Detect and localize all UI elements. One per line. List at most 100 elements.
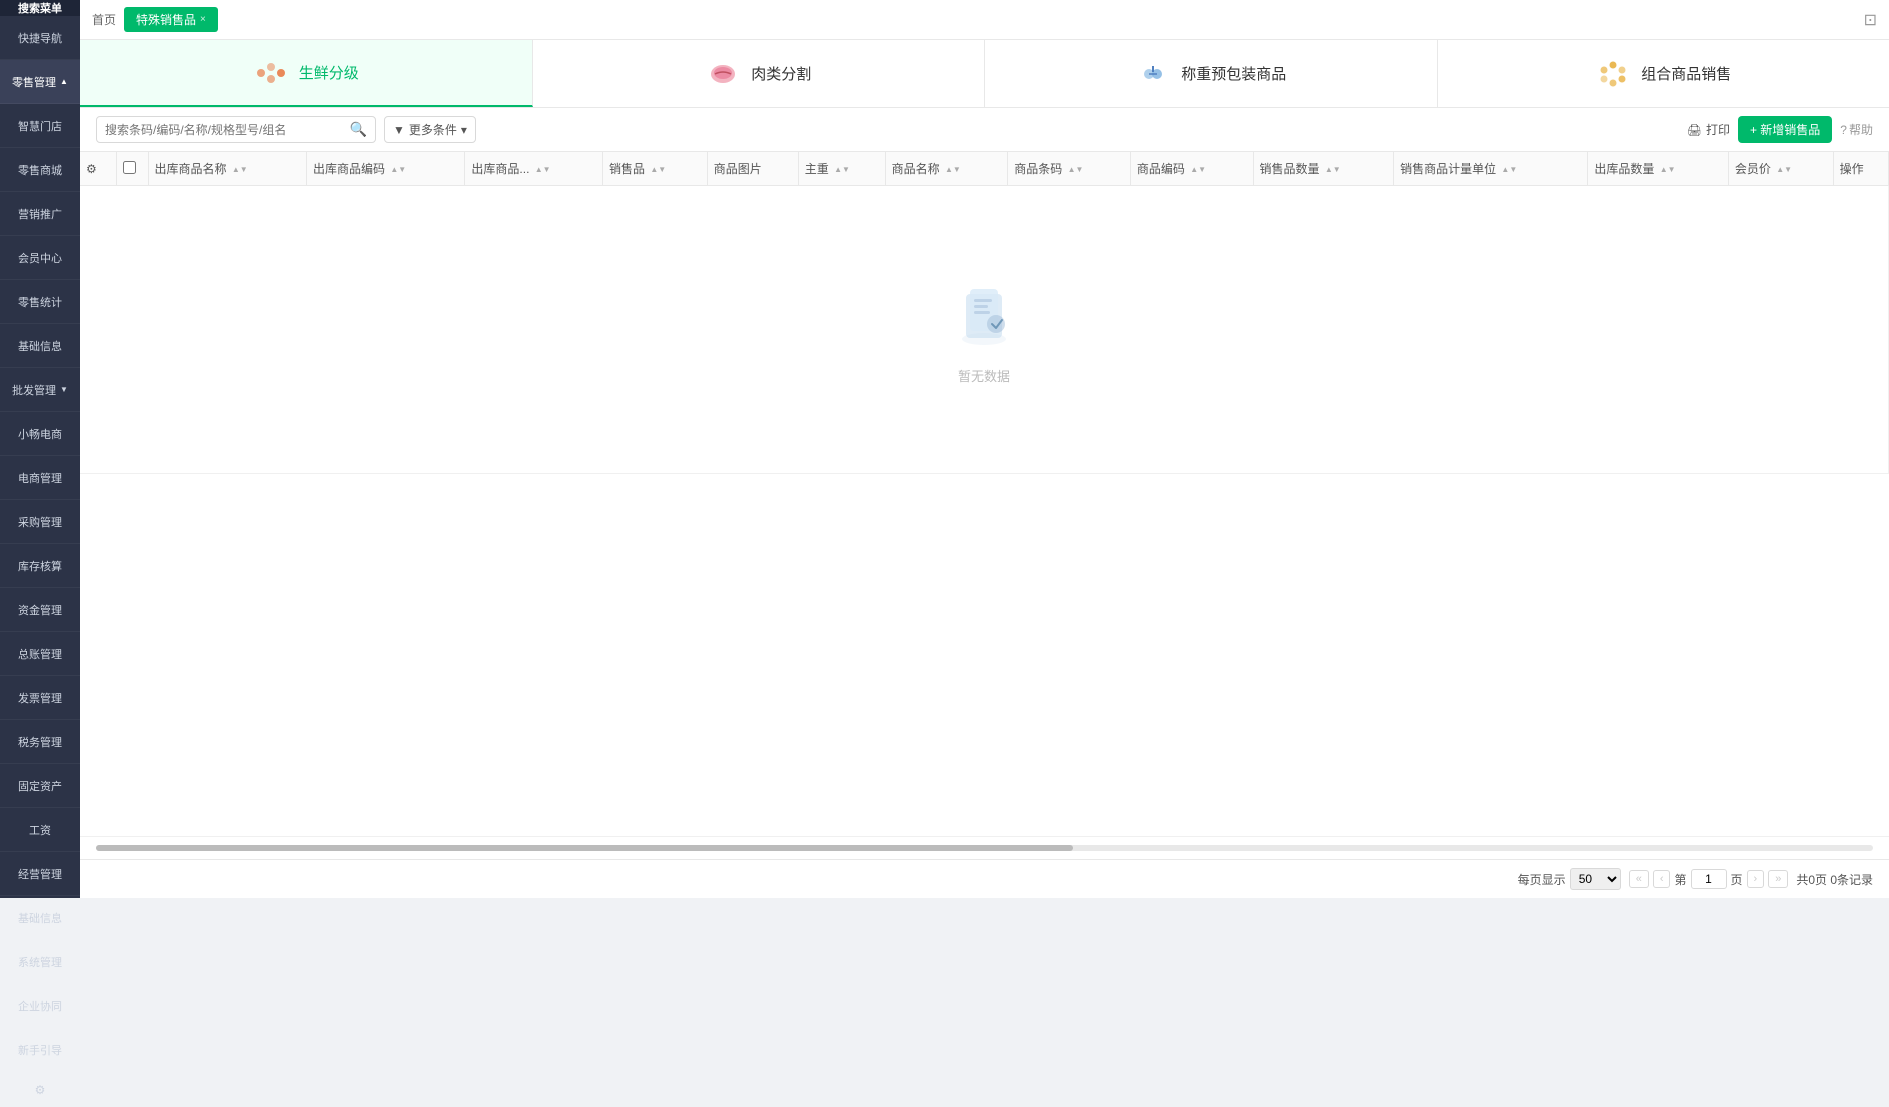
th-sales-unit[interactable]: 销售商品计量单位 ▲▼ xyxy=(1394,152,1588,186)
cat-tab-label: 称重预包装商品 xyxy=(1181,63,1286,84)
table-container: ⚙ 出库商品名称 ▲▼ 出库商品编码 ▲▼ 出库商品... ▲▼ xyxy=(80,152,1889,836)
th-product-barcode[interactable]: 商品条码 ▲▼ xyxy=(1008,152,1131,186)
sidebar: 搜索菜单 快捷导航 零售管理 ▲ 智慧门店 零售商城 营销推广 会员中心 零售统… xyxy=(0,0,80,898)
last-page-button[interactable]: » xyxy=(1768,870,1788,888)
print-label: 打印 xyxy=(1706,121,1730,138)
sidebar-item-enterprise[interactable]: 企业协同 xyxy=(0,984,80,1028)
weight-pack-icon xyxy=(1135,56,1171,92)
sidebar-item-fixed-assets[interactable]: 固定资产 xyxy=(0,764,80,808)
first-page-button[interactable]: « xyxy=(1629,870,1649,888)
th-out-qty[interactable]: 出库品数量 ▲▼ xyxy=(1588,152,1729,186)
sidebar-item-general-ledger[interactable]: 总账管理 xyxy=(0,632,80,676)
sidebar-item-mini-ecom[interactable]: 小畅电商 xyxy=(0,412,80,456)
sidebar-item-batch-mgmt[interactable]: 批发管理 ▼ xyxy=(0,368,80,412)
cat-tab-combo-sales[interactable]: 组合商品销售 xyxy=(1438,40,1889,107)
sidebar-logo[interactable]: 搜索菜单 xyxy=(0,0,80,16)
th-product-image[interactable]: 商品图片 xyxy=(707,152,798,186)
sidebar-item-label: 固定资产 xyxy=(18,778,62,794)
active-tab[interactable]: 特殊销售品 × xyxy=(124,7,218,32)
sidebar-item-label: 零售商城 xyxy=(18,162,62,178)
sidebar-item-retail-mgmt[interactable]: 零售管理 ▲ xyxy=(0,60,80,104)
toolbar: 🔍 ▼ 更多条件 ▾ 🖨 打印 + 新增销售品 ? 帮助 xyxy=(80,108,1889,152)
horizontal-scrollbar[interactable] xyxy=(96,845,1873,851)
topbar-right: ⊡ xyxy=(1864,10,1877,30)
th-settings[interactable]: ⚙ xyxy=(80,152,116,186)
cat-tab-meat-cut[interactable]: 肉类分割 xyxy=(533,40,986,107)
th-out-product-code[interactable]: 出库商品编码 ▲▼ xyxy=(306,152,464,186)
sidebar-item-invoice[interactable]: 发票管理 xyxy=(0,676,80,720)
page-number-input[interactable] xyxy=(1691,869,1727,889)
sidebar-item-retail-mall[interactable]: 零售商城 xyxy=(0,148,80,192)
page-nav: « ‹ 第 页 › » xyxy=(1629,869,1789,889)
fresh-grade-icon xyxy=(253,55,289,91)
sidebar-item-basic-info2[interactable]: 基础信息 xyxy=(0,896,80,940)
select-all-checkbox[interactable] xyxy=(123,161,136,174)
sidebar-item-label: 工资 xyxy=(29,822,51,838)
sidebar-item-label: 发票管理 xyxy=(18,690,62,706)
sort-arrows-icon: ▲▼ xyxy=(1776,165,1792,174)
sidebar-item-purchase-mgmt[interactable]: 采购管理 xyxy=(0,500,80,544)
sidebar-item-ops-mgmt[interactable]: 经营管理 xyxy=(0,852,80,896)
th-sales-product[interactable]: 销售品 ▲▼ xyxy=(602,152,707,186)
combo-sales-icon xyxy=(1595,56,1631,92)
sidebar-item-retail-stats[interactable]: 零售统计 xyxy=(0,280,80,324)
pagination-bar: 每页显示 10 20 50 100 « ‹ 第 页 › » 共0页 0条记录 xyxy=(80,859,1889,898)
chevron-down-icon: ▲ xyxy=(60,77,68,86)
sidebar-item-sys-mgmt[interactable]: 系统管理 xyxy=(0,940,80,984)
cat-tab-label: 肉类分割 xyxy=(751,63,811,84)
toggle-icon[interactable]: ⊡ xyxy=(1864,10,1877,30)
sidebar-item-smart-store[interactable]: 智慧门店 xyxy=(0,104,80,148)
sidebar-item-sales-promo[interactable]: 营销推广 xyxy=(0,192,80,236)
sort-arrows-icon: ▲▼ xyxy=(1501,165,1517,174)
topbar: 首页 特殊销售品 × ⊡ xyxy=(80,0,1889,40)
cat-tab-fresh-grade[interactable]: 生鲜分级 xyxy=(80,40,533,107)
empty-text: 暂无数据 xyxy=(958,366,1010,385)
sidebar-item-label: 经营管理 xyxy=(18,866,62,882)
search-input[interactable] xyxy=(105,123,350,137)
th-weight[interactable]: 主重 ▲▼ xyxy=(798,152,885,186)
th-checkbox[interactable] xyxy=(116,152,148,186)
sidebar-item-label: 采购管理 xyxy=(18,514,62,530)
help-label: 帮助 xyxy=(1849,121,1873,138)
sort-arrows-icon: ▲▼ xyxy=(1325,165,1341,174)
th-out-product-name[interactable]: 出库商品名称 ▲▼ xyxy=(148,152,306,186)
help-icon: ? xyxy=(1840,123,1847,137)
home-link[interactable]: 首页 xyxy=(92,11,116,28)
th-member-price[interactable]: 会员价 ▲▼ xyxy=(1728,152,1833,186)
filter-button[interactable]: ▼ 更多条件 ▾ xyxy=(384,116,476,143)
sort-arrows-icon: ▲▼ xyxy=(945,165,961,174)
close-tab-icon[interactable]: × xyxy=(200,14,206,25)
sidebar-item-ecom-mgmt[interactable]: 电商管理 xyxy=(0,456,80,500)
page-suffix: 页 xyxy=(1731,871,1743,888)
sort-arrows-icon: ▲▼ xyxy=(650,165,666,174)
help-button[interactable]: ? 帮助 xyxy=(1840,121,1873,138)
add-sales-product-button[interactable]: + 新增销售品 xyxy=(1738,116,1832,143)
page-size-selector: 每页显示 10 20 50 100 xyxy=(1518,868,1621,890)
sidebar-item-basic-info[interactable]: 基础信息 xyxy=(0,324,80,368)
th-product-code[interactable]: 商品编码 ▲▼ xyxy=(1130,152,1253,186)
sidebar-item-finance[interactable]: 资金管理 xyxy=(0,588,80,632)
sidebar-item-label: 营销推广 xyxy=(18,206,62,222)
print-button[interactable]: 🖨 打印 xyxy=(1687,121,1730,138)
category-tabs: 生鲜分级 肉类分割 称重预包装商品 xyxy=(80,40,1889,108)
toolbar-right: 🖨 打印 + 新增销售品 ? 帮助 xyxy=(1687,116,1873,143)
page-size-select[interactable]: 10 20 50 100 xyxy=(1570,868,1621,890)
sidebar-item-new-guide[interactable]: 新手引导 xyxy=(0,1028,80,1072)
sidebar-item-member-center[interactable]: 会员中心 xyxy=(0,236,80,280)
sidebar-item-inventory[interactable]: 库存核算 xyxy=(0,544,80,588)
prev-page-button[interactable]: ‹ xyxy=(1653,870,1671,888)
th-out-product-x[interactable]: 出库商品... ▲▼ xyxy=(465,152,603,186)
add-label: + 新增销售品 xyxy=(1750,121,1820,138)
sidebar-item-quick-nav[interactable]: 快捷导航 xyxy=(0,16,80,60)
sort-arrows-icon: ▲▼ xyxy=(232,165,248,174)
th-product-name[interactable]: 商品名称 ▲▼ xyxy=(885,152,1008,186)
sidebar-item-tax[interactable]: 税务管理 xyxy=(0,720,80,764)
search-icon[interactable]: 🔍 xyxy=(350,121,367,138)
th-sales-qty[interactable]: 销售品数量 ▲▼ xyxy=(1253,152,1394,186)
search-input-wrap[interactable]: 🔍 xyxy=(96,116,376,143)
next-page-button[interactable]: › xyxy=(1747,870,1765,888)
sidebar-item-salary[interactable]: 工资 xyxy=(0,808,80,852)
sidebar-item-label: 税务管理 xyxy=(18,734,62,750)
cat-tab-weight-pack[interactable]: 称重预包装商品 xyxy=(985,40,1438,107)
settings-icon[interactable]: ⚙ xyxy=(0,1072,80,1107)
